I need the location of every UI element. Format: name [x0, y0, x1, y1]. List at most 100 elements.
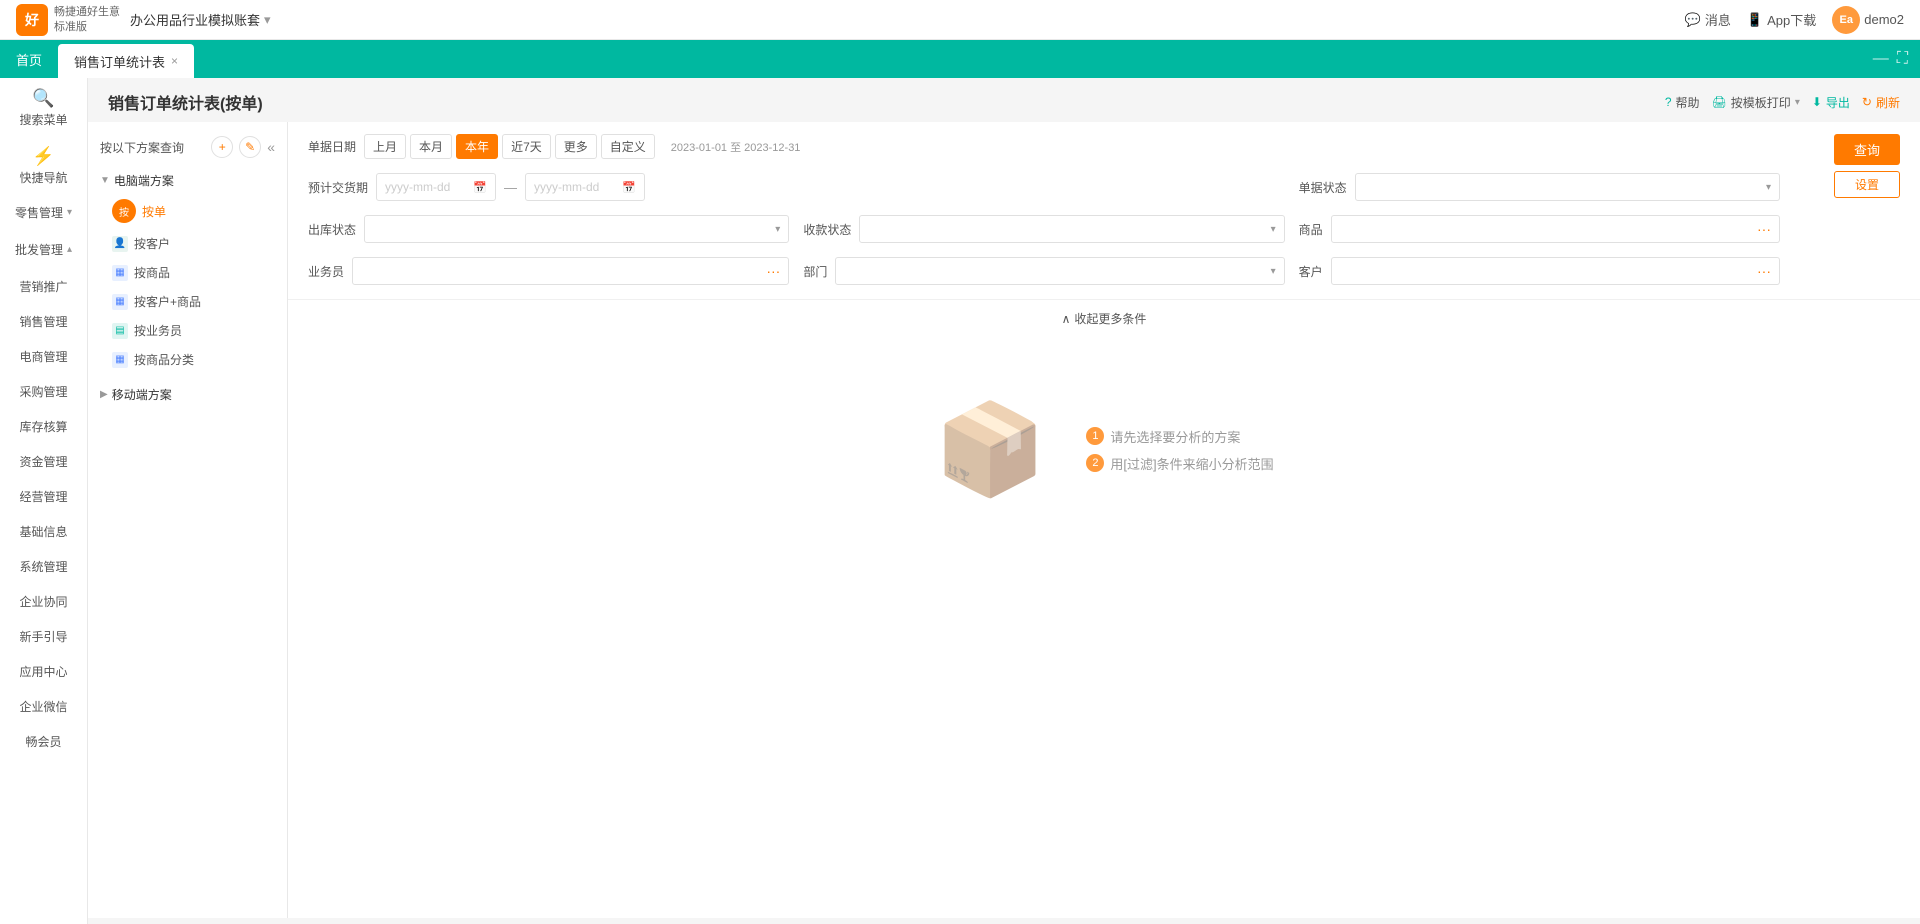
- edit-scheme-button[interactable]: ✎: [239, 136, 261, 158]
- date-quick-btns: 上月 本月 本年 近7天 更多 自定义: [364, 134, 655, 159]
- refresh-icon: ↻: [1862, 95, 1872, 109]
- tab-maximize-icon[interactable]: ⛶: [1897, 50, 1908, 68]
- scheme-group-mobile: ▶ 移动端方案: [88, 378, 287, 411]
- department-select[interactable]: ▾: [835, 257, 1284, 285]
- date-dash: —: [504, 180, 517, 195]
- tab-sales-order[interactable]: 销售订单统计表 ×: [58, 44, 194, 78]
- ship-status-select[interactable]: ▾: [364, 215, 789, 243]
- sidebar-item-wholesale[interactable]: 批发管理 ▴: [0, 231, 87, 268]
- empty-state: 📦 1 请先选择要分析的方案 2 用[过滤]条件来缩小分析范围: [288, 337, 1920, 562]
- customer-dots[interactable]: ···: [1757, 263, 1771, 279]
- phone-icon: 📱: [1747, 12, 1763, 28]
- sidebar-item-purchase[interactable]: 采购管理: [0, 373, 87, 408]
- date-label: 单据日期: [308, 138, 356, 155]
- print-dropdown-icon[interactable]: ▾: [1795, 97, 1800, 108]
- customer-input[interactable]: ···: [1331, 257, 1780, 285]
- sidebar-nav: 🔍 搜索菜单 ⚡ 快捷导航 零售管理 ▾ 批发管理 ▴ 营销推广 销售管理: [0, 78, 87, 758]
- expected-delivery-start-input[interactable]: yyyy-mm-dd 📅: [376, 173, 496, 201]
- expected-delivery-end-input[interactable]: yyyy-mm-dd 📅: [525, 173, 645, 201]
- scheme-dot-icon: 按: [112, 199, 136, 223]
- tab-bar-actions: — ⛶: [1873, 50, 1920, 68]
- sidebar-item-system[interactable]: 系统管理: [0, 548, 87, 583]
- empty-hint-2: 2 用[过滤]条件来缩小分析范围: [1086, 454, 1273, 473]
- chevron-down-icon: ▾: [67, 207, 72, 218]
- sidebar-item-corp[interactable]: 企业协同: [0, 583, 87, 618]
- sidebar-item-marketing[interactable]: 营销推广: [0, 268, 87, 303]
- scheme-item-anshangpin[interactable]: ▦ 按商品: [88, 258, 287, 287]
- refresh-button[interactable]: ↻ 刷新: [1862, 94, 1900, 111]
- hint-num-1: 1: [1086, 427, 1104, 445]
- scheme-group-pc-title[interactable]: ▼ 电脑端方案: [88, 168, 287, 193]
- add-scheme-button[interactable]: +: [211, 136, 233, 158]
- receipt-status-select[interactable]: ▾: [859, 215, 1284, 243]
- breadcrumb-dropdown[interactable]: ▾: [264, 12, 271, 28]
- last-month-btn[interactable]: 上月: [364, 134, 406, 159]
- tab-close-icon[interactable]: ×: [171, 54, 178, 68]
- customer-cell: 客户 ···: [1299, 257, 1780, 285]
- user-menu[interactable]: Ea demo2: [1832, 6, 1904, 34]
- calendar-icon: 📅: [473, 181, 487, 194]
- tab-minimize-icon[interactable]: —: [1873, 50, 1889, 68]
- more-date-btn[interactable]: 更多: [555, 134, 597, 159]
- top-bar: 好 畅捷通好生意 标准版 办公用品行业模拟账套 ▾ 💬 消息 📱 App下载 E…: [0, 0, 1920, 40]
- doc-status-label: 单据状态: [1299, 179, 1347, 196]
- tab-home[interactable]: 首页: [0, 40, 58, 78]
- export-icon: ⬇: [1812, 95, 1822, 109]
- chevron-down-icon: ▼: [100, 175, 110, 186]
- empty-hints: 1 请先选择要分析的方案 2 用[过滤]条件来缩小分析范围: [1086, 427, 1273, 473]
- collapse-panel-button[interactable]: «: [267, 139, 275, 155]
- calendar-icon2: 📅: [622, 181, 636, 194]
- top-bar-left: 好 畅捷通好生意 标准版 办公用品行业模拟账套 ▾: [16, 4, 271, 36]
- scheme-item-anshangpin-fenl[interactable]: ▦ 按商品分类: [88, 345, 287, 374]
- page-actions: ? 帮助 🖨 按模板打印 ▾ ⬇ 导出 ↻ 刷新: [1665, 94, 1900, 111]
- this-year-btn[interactable]: 本年: [456, 134, 498, 159]
- sidebar-item-retail[interactable]: 零售管理 ▾: [0, 194, 87, 231]
- search-icon: 🔍: [32, 88, 54, 109]
- scheme-item-anjian[interactable]: 按 按单: [88, 193, 287, 229]
- sidebar: 🔍 搜索菜单 ⚡ 快捷导航 零售管理 ▾ 批发管理 ▴ 营销推广 销售管理: [0, 78, 88, 924]
- ship-status-cell: 出库状态 ▾: [308, 215, 789, 243]
- sidebar-item-newuser[interactable]: 新手引导: [0, 618, 87, 653]
- department-cell: 部门 ▾: [803, 257, 1284, 285]
- goods-cell: 商品 ···: [1299, 215, 1780, 243]
- collapse-more-button[interactable]: ∧ 收起更多条件: [288, 299, 1920, 337]
- sidebar-item-search[interactable]: 🔍 搜索菜单: [0, 78, 87, 136]
- sidebar-item-inventory[interactable]: 库存核算: [0, 408, 87, 443]
- app-download-button[interactable]: 📱 App下载: [1747, 10, 1816, 29]
- goods-input[interactable]: ···: [1331, 215, 1780, 243]
- salesperson-input[interactable]: ···: [352, 257, 789, 285]
- salesperson-dots[interactable]: ···: [766, 263, 780, 279]
- sidebar-item-vip[interactable]: 畅会员: [0, 723, 87, 758]
- custom-date-btn[interactable]: 自定义: [601, 134, 655, 159]
- sidebar-item-sales[interactable]: 销售管理: [0, 303, 87, 338]
- sidebar-item-finance[interactable]: 资金管理: [0, 443, 87, 478]
- settings-button[interactable]: 设置: [1834, 171, 1900, 198]
- scheme-item-anyewuyuan[interactable]: ▤ 按业务员: [88, 316, 287, 345]
- doc-status-select[interactable]: ▾: [1355, 173, 1780, 201]
- message-button[interactable]: 💬 消息: [1685, 10, 1731, 29]
- salesperson-label: 业务员: [308, 263, 344, 280]
- goods-dots[interactable]: ···: [1757, 221, 1771, 237]
- search-button[interactable]: 查询: [1834, 134, 1900, 165]
- help-button[interactable]: ? 帮助: [1665, 94, 1700, 111]
- sidebar-item-basic[interactable]: 基础信息: [0, 513, 87, 548]
- content-area: 销售订单统计表(按单) ? 帮助 🖨 按模板打印 ▾ ⬇ 导出 ↻ 刷新: [88, 78, 1920, 924]
- print-button[interactable]: 🖨 按模板打印 ▾: [1712, 94, 1800, 111]
- scheme-item-ankehu-shangpin[interactable]: ▦ 按客户+商品: [88, 287, 287, 316]
- sidebar-item-ecommerce[interactable]: 电商管理: [0, 338, 87, 373]
- receipt-status-label: 收款状态: [803, 221, 851, 238]
- scheme-grid-icon: ▦: [112, 265, 128, 281]
- sidebar-item-operations[interactable]: 经营管理: [0, 478, 87, 513]
- sidebar-item-shortcut[interactable]: ⚡ 快捷导航: [0, 136, 87, 194]
- breadcrumb: 办公用品行业模拟账套 ▾: [130, 10, 271, 29]
- this-month-btn[interactable]: 本月: [410, 134, 452, 159]
- scheme-item-ankehu[interactable]: 👤 按客户: [88, 229, 287, 258]
- sidebar-item-weixin[interactable]: 企业微信: [0, 688, 87, 723]
- export-button[interactable]: ⬇ 导出: [1812, 94, 1850, 111]
- chevron-down-icon: ▾: [1271, 266, 1276, 277]
- scheme-group-mobile-title[interactable]: ▶ 移动端方案: [88, 382, 287, 407]
- goods-label: 商品: [1299, 221, 1323, 238]
- sidebar-item-appstore[interactable]: 应用中心: [0, 653, 87, 688]
- last7-btn[interactable]: 近7天: [502, 134, 551, 159]
- expected-delivery-cell: 预计交货期 yyyy-mm-dd 📅 — yyyy-mm-dd 📅: [308, 173, 789, 201]
